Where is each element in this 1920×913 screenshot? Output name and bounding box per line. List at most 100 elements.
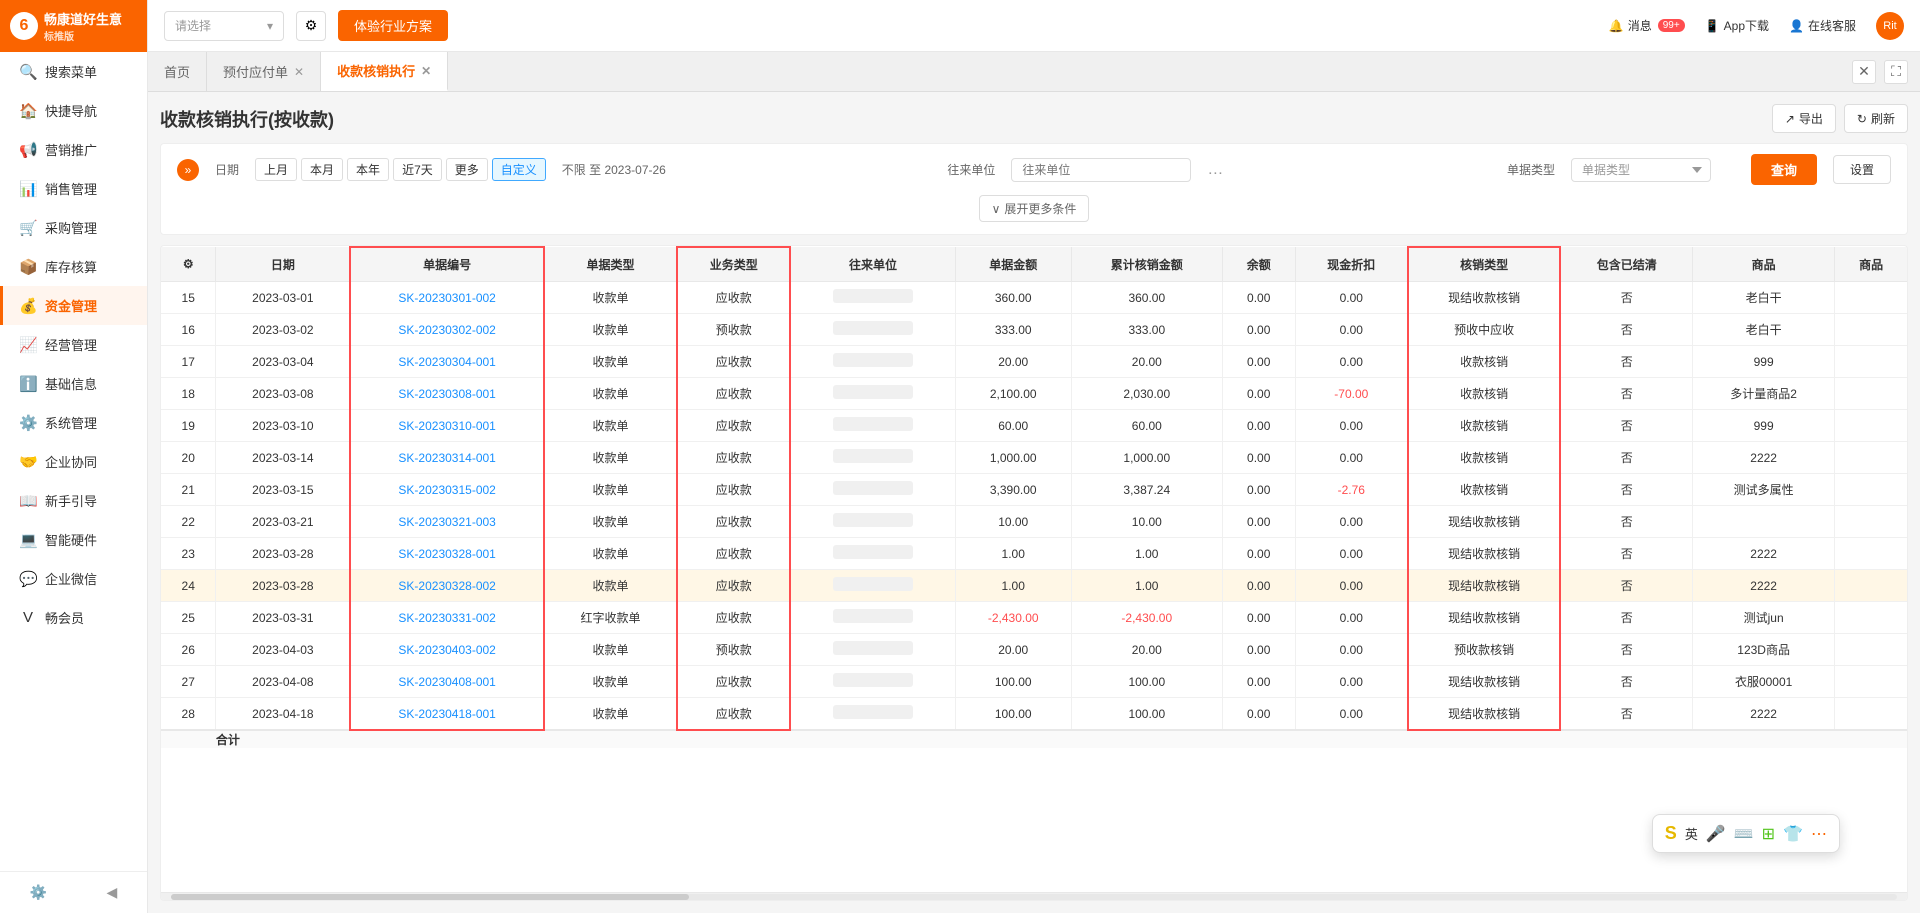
online-service-button[interactable]: 👤 在线客服 <box>1789 17 1856 34</box>
sidebar-item-enterprise[interactable]: 🤝企业协同 <box>0 442 147 481</box>
row-doc-no[interactable]: SK-20230408-001 <box>350 666 544 698</box>
row-doc-no[interactable]: SK-20230331-002 <box>350 602 544 634</box>
row-doc-no[interactable]: SK-20230321-003 <box>350 506 544 538</box>
table-scrollbar[interactable] <box>161 892 1907 900</box>
row-doc-no[interactable]: SK-20230315-002 <box>350 474 544 506</box>
tab-label-home: 首页 <box>164 62 190 81</box>
row-amount: 100.00 <box>955 666 1071 698</box>
filter-collapse-button[interactable]: » <box>177 159 199 181</box>
sidebar-menu: 🔍搜索菜单🏠快捷导航📢营销推广📊销售管理🛒采购管理📦库存核算💰资金管理📈经营管理… <box>0 52 147 871</box>
partner-filter-input[interactable] <box>1011 158 1191 182</box>
row-doc-no[interactable]: SK-20230328-002 <box>350 570 544 602</box>
tab-bar: 首页预付应付单✕收款核销执行✕ ✕ ⛶ <box>148 52 1920 92</box>
sidebar-item-hardware[interactable]: 💻智能硬件 <box>0 520 147 559</box>
date-btn-3[interactable]: 近7天 <box>393 158 442 181</box>
experience-button[interactable]: 体验行业方案 <box>338 10 448 41</box>
row-doc-no[interactable]: SK-20230328-001 <box>350 538 544 570</box>
ime-mic-icon[interactable]: 🎤 <box>1706 824 1726 844</box>
row-doc-no[interactable]: SK-20230301-002 <box>350 282 544 314</box>
expand-filter-button[interactable]: ∨ 展开更多条件 <box>979 195 1090 222</box>
workspace-dropdown[interactable]: 请选择 ▾ <box>164 11 284 41</box>
avatar[interactable]: Rit <box>1876 12 1904 40</box>
date-btn-1[interactable]: 本月 <box>301 158 343 181</box>
date-btn-4[interactable]: 更多 <box>446 158 488 181</box>
filter-settings-button[interactable]: 设置 <box>1833 155 1891 184</box>
masked-value <box>833 481 913 495</box>
export-button[interactable]: ↗ 导出 <box>1772 104 1836 133</box>
refresh-button[interactable]: ↻ 刷新 <box>1844 104 1908 133</box>
row-doc-no[interactable]: SK-20230314-001 <box>350 442 544 474</box>
sidebar-item-marketing[interactable]: 📢营销推广 <box>0 130 147 169</box>
tab-close-prepay[interactable]: ✕ <box>294 65 304 79</box>
ime-mode-button[interactable]: 英 <box>1685 824 1698 843</box>
sidebar-item-inventory[interactable]: 📦库存核算 <box>0 247 147 286</box>
sidebar-item-newbie[interactable]: 📖新手引导 <box>0 481 147 520</box>
sidebar-item-sales[interactable]: 📊销售管理 <box>0 169 147 208</box>
row-balance: 0.00 <box>1222 346 1295 378</box>
doc-link[interactable]: SK-20230418-001 <box>398 707 495 721</box>
doc-link[interactable]: SK-20230314-001 <box>398 451 495 465</box>
scrollbar-thumb[interactable] <box>171 894 689 900</box>
ime-more-icon[interactable]: ⋯ <box>1811 824 1827 844</box>
ime-keyboard-icon[interactable]: ⌨️ <box>1734 824 1754 844</box>
doc-link[interactable]: SK-20230301-002 <box>398 291 495 305</box>
date-btn-custom[interactable]: 自定义 <box>492 158 546 181</box>
row-doc-no[interactable]: SK-20230418-001 <box>350 698 544 731</box>
sidebar-item-finance[interactable]: 💰资金管理 <box>0 286 147 325</box>
row-doc-no[interactable]: SK-20230308-001 <box>350 378 544 410</box>
table-wrapper[interactable]: ⚙日期单据编号单据类型业务类型往来单位单据金额累计核销金额余额现金折扣核销类型包… <box>161 246 1907 892</box>
app-download-button[interactable]: 📱 App下载 <box>1705 17 1769 34</box>
col-settings-icon[interactable]: ⚙ <box>183 257 194 271</box>
footer-cell-9 <box>1295 730 1408 748</box>
doc-link[interactable]: SK-20230331-002 <box>398 611 495 625</box>
query-button[interactable]: 查询 <box>1751 154 1817 185</box>
sidebar-item-member[interactable]: V畅会员 <box>0 598 147 637</box>
close-tab-button[interactable]: ✕ <box>1852 60 1876 84</box>
doc-link[interactable]: SK-20230328-002 <box>398 579 495 593</box>
notification-button[interactable]: 🔔 消息 99+ <box>1609 17 1685 34</box>
tab-home[interactable]: 首页 <box>148 52 207 91</box>
doc-link[interactable]: SK-20230310-001 <box>398 419 495 433</box>
doctype-filter-select[interactable]: 单据类型 <box>1571 158 1711 182</box>
logo-icon: 6 <box>10 12 38 40</box>
date-btn-0[interactable]: 上月 <box>255 158 297 181</box>
gear-button[interactable]: ⚙ <box>296 11 326 41</box>
sidebar-label-enterprise: 企业协同 <box>45 452 97 471</box>
negative-value: -70.00 <box>1334 387 1368 401</box>
expand-window-button[interactable]: ⛶ <box>1884 60 1908 84</box>
refresh-icon: ↻ <box>1857 112 1867 126</box>
sidebar-item-purchase[interactable]: 🛒采购管理 <box>0 208 147 247</box>
masked-value <box>833 513 913 527</box>
doc-link[interactable]: SK-20230321-003 <box>398 515 495 529</box>
date-btn-2[interactable]: 本年 <box>347 158 389 181</box>
sidebar-item-quicknav[interactable]: 🏠快捷导航 <box>0 91 147 130</box>
sidebar-item-basic[interactable]: ℹ️基础信息 <box>0 364 147 403</box>
row-doc-no[interactable]: SK-20230302-002 <box>350 314 544 346</box>
doc-link[interactable]: SK-20230302-002 <box>398 323 495 337</box>
sidebar-item-operations[interactable]: 📈经营管理 <box>0 325 147 364</box>
doc-link[interactable]: SK-20230308-001 <box>398 387 495 401</box>
row-doc-no[interactable]: SK-20230403-002 <box>350 634 544 666</box>
ime-shirt-icon[interactable]: 👕 <box>1783 824 1803 844</box>
doc-link[interactable]: SK-20230403-002 <box>398 643 495 657</box>
ime-app-icon[interactable]: ⊞ <box>1762 824 1775 844</box>
row-no: 21 <box>161 474 216 506</box>
doc-link[interactable]: SK-20230328-001 <box>398 547 495 561</box>
doc-link[interactable]: SK-20230315-002 <box>398 483 495 497</box>
row-doc-no[interactable]: SK-20230304-001 <box>350 346 544 378</box>
sidebar-footer-collapse[interactable]: ◀ <box>99 880 126 905</box>
row-date: 2023-03-15 <box>216 474 350 506</box>
sidebar-item-search[interactable]: 🔍搜索菜单 <box>0 52 147 91</box>
row-writeoff-type: 收款核销 <box>1408 410 1560 442</box>
tab-collection[interactable]: 收款核销执行✕ <box>321 52 448 91</box>
sidebar-footer-settings[interactable]: ⚙️ <box>22 880 55 905</box>
notification-label: 消息 <box>1628 17 1652 34</box>
sidebar-item-wechat[interactable]: 💬企业微信 <box>0 559 147 598</box>
doc-link[interactable]: SK-20230304-001 <box>398 355 495 369</box>
tab-close-collection[interactable]: ✕ <box>421 64 431 78</box>
col-header-9: 现金折扣 <box>1295 247 1408 282</box>
sidebar-item-system[interactable]: ⚙️系统管理 <box>0 403 147 442</box>
tab-prepay[interactable]: 预付应付单✕ <box>207 52 321 91</box>
row-doc-no[interactable]: SK-20230310-001 <box>350 410 544 442</box>
doc-link[interactable]: SK-20230408-001 <box>398 675 495 689</box>
